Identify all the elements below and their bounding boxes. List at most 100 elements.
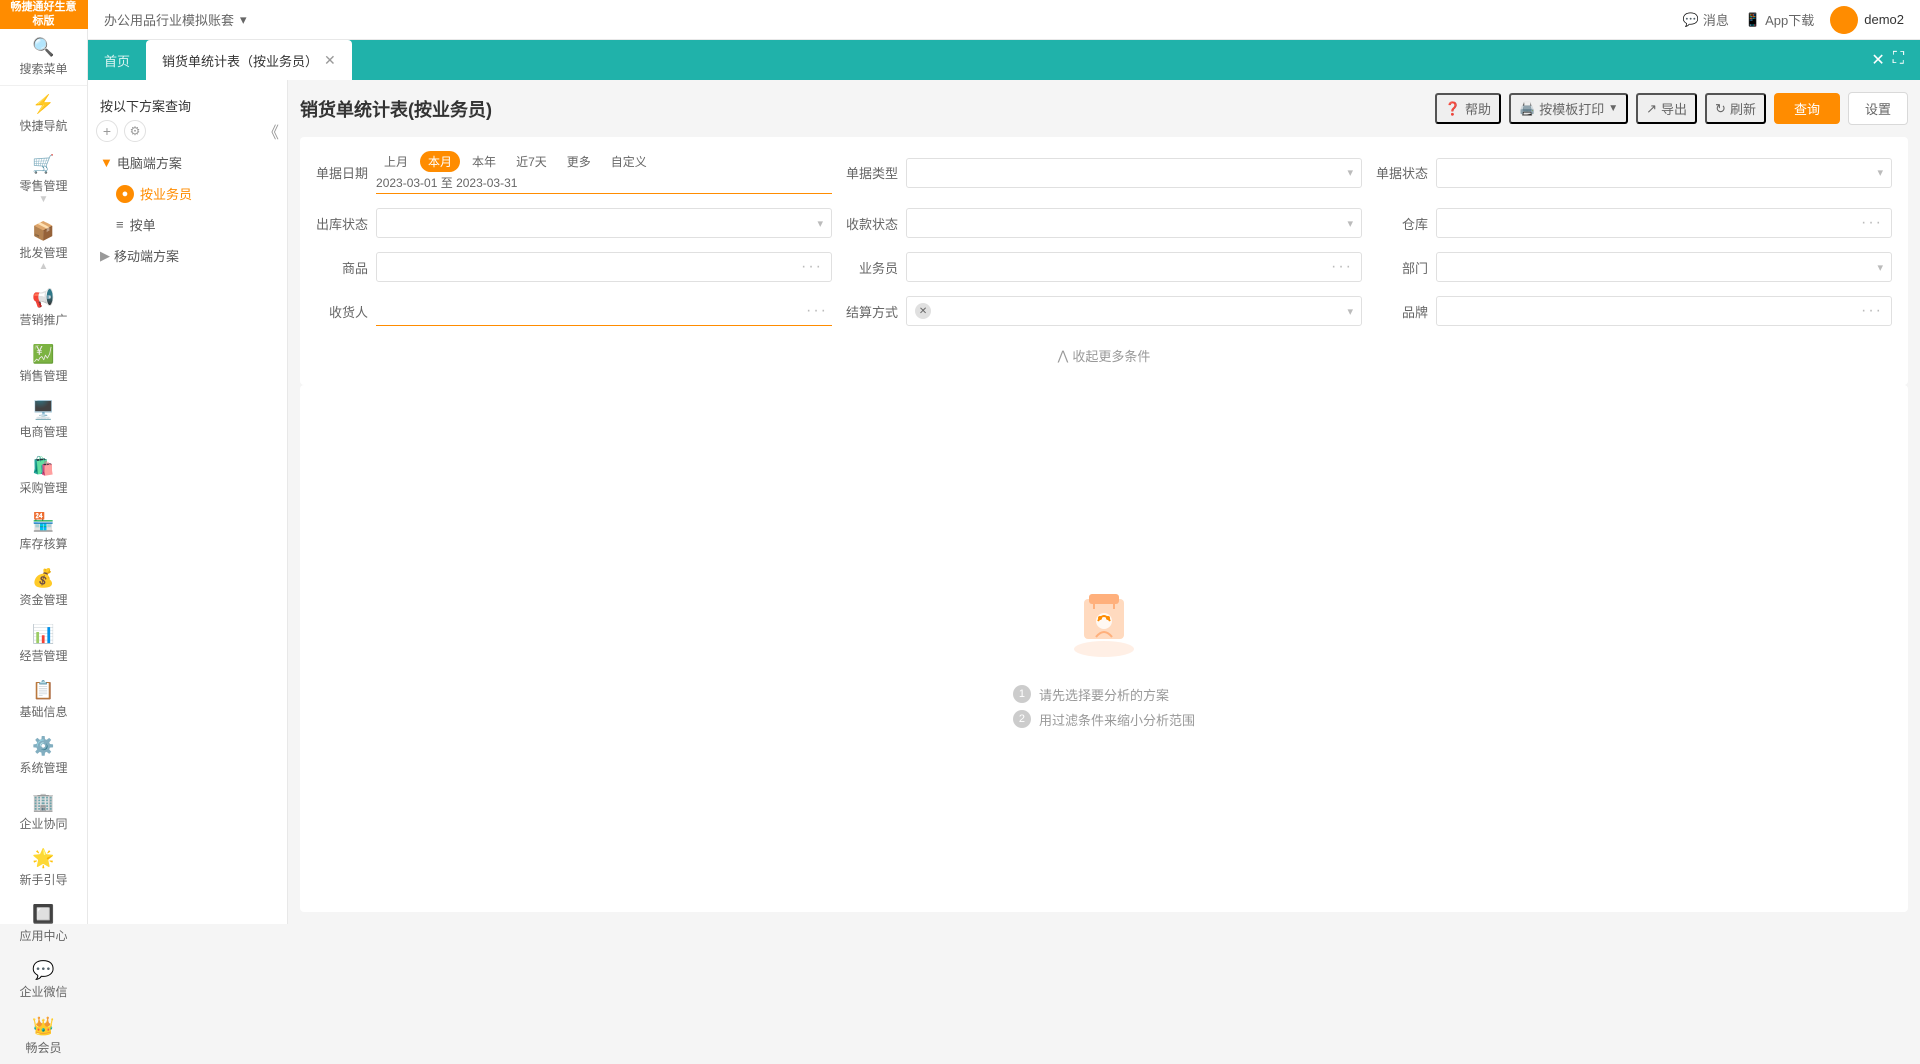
warehouse-input[interactable]: ··· xyxy=(1436,208,1892,238)
refresh-btn[interactable]: ↻ 刷新 xyxy=(1705,93,1766,124)
sidebar-item-newbie[interactable]: 🌟 新手引导 xyxy=(0,840,87,896)
template-print-btn[interactable]: 🖨️ 按模板打印 ▼ xyxy=(1509,93,1628,124)
user-name: demo2 xyxy=(1864,12,1904,27)
tab-sales-stat[interactable]: 销货单统计表（按业务员） ✕ xyxy=(146,40,352,80)
tab-home[interactable]: 首页 xyxy=(88,40,146,80)
date-btn-7days[interactable]: 近7天 xyxy=(508,151,555,172)
out-status-label: 出库状态 xyxy=(316,214,368,233)
out-status-select[interactable]: ▾ xyxy=(376,208,832,238)
refresh-label: 刷新 xyxy=(1730,99,1756,118)
receipt-status-arrow: ▾ xyxy=(1347,217,1353,230)
user-menu[interactable]: demo2 xyxy=(1830,6,1904,34)
date-btn-custom[interactable]: 自定义 xyxy=(603,151,655,172)
inventory-label: 库存核算 xyxy=(19,535,67,552)
marketing-label: 营销推广 xyxy=(19,311,67,328)
doc-type-select[interactable]: ▾ xyxy=(906,158,1362,188)
system-icon: ⚙️ xyxy=(32,736,54,757)
tree-group-desktop: ▼ 电脑端方案 ● 按业务员 ≡ 按单 ▶ 移动端方案 xyxy=(88,147,287,271)
tabbar: 首页 销货单统计表（按业务员） ✕ ✕ ⛶ xyxy=(88,40,1920,80)
sidebar-item-sales[interactable]: 💹 销售管理 xyxy=(0,336,87,392)
wechat-label: 企业微信 xyxy=(19,983,67,1000)
receipt-status-select[interactable]: ▾ xyxy=(906,208,1362,238)
receiver-input[interactable]: ··· xyxy=(376,296,832,326)
sidebar-item-retail[interactable]: 🛒 零售管理 ▼ xyxy=(0,146,87,213)
sidebar-item-member[interactable]: 👑 畅会员 xyxy=(0,1008,87,1064)
left-panel-actions: + ⚙ 《 xyxy=(88,119,287,143)
search-icon: 🔍 xyxy=(32,37,54,58)
sidebar-item-ecommerce[interactable]: 🖥️ 电商管理 xyxy=(0,392,87,448)
settings-scheme-btn[interactable]: ⚙ xyxy=(124,120,146,142)
add-scheme-btn[interactable]: + xyxy=(96,120,118,142)
wechat-icon: 💬 xyxy=(32,960,54,981)
filter-doc-status: 单据状态 ▾ xyxy=(1376,151,1892,194)
newbie-label: 新手引导 xyxy=(19,871,67,888)
page-header: 销货单统计表(按业务员) ❓ 帮助 🖨️ 按模板打印 ▼ ↗ 导出 xyxy=(300,92,1908,125)
filter-row-2: 出库状态 ▾ 收款状态 ▾ 仓库 xyxy=(316,208,1892,238)
right-panel: 销货单统计表(按业务员) ❓ 帮助 🖨️ 按模板打印 ▼ ↗ 导出 xyxy=(288,80,1920,924)
collapse-panel-btn[interactable]: 《 xyxy=(263,119,279,143)
sidebar-item-system[interactable]: ⚙️ 系统管理 xyxy=(0,728,87,784)
ecommerce-label: 电商管理 xyxy=(19,423,67,440)
ecommerce-icon: 🖥️ xyxy=(32,400,54,421)
sidebar-item-wholesale[interactable]: 📦 批发管理 ▲ xyxy=(0,213,87,280)
export-icon: ↗ xyxy=(1646,101,1657,117)
date-btn-this-year[interactable]: 本年 xyxy=(464,151,504,172)
app-icon: 📱 xyxy=(1745,12,1761,28)
tab-close-icon[interactable]: ✕ xyxy=(324,52,336,69)
maximize-icon[interactable]: ⛶ xyxy=(1893,50,1904,70)
collapse-bar[interactable]: ⋀ 收起更多条件 xyxy=(316,340,1892,371)
app-download-btn[interactable]: 📱 App下载 xyxy=(1745,10,1814,29)
sidebar-item-wechat[interactable]: 💬 企业微信 xyxy=(0,952,87,1008)
settings-btn[interactable]: 设置 xyxy=(1848,92,1908,125)
filter-warehouse: 仓库 ··· xyxy=(1376,208,1892,238)
receiver-label: 收货人 xyxy=(316,302,368,321)
empty-state-tips: 1 请先选择要分析的方案 2 用过滤条件来缩小分析范围 xyxy=(1013,685,1195,729)
export-btn[interactable]: ↗ 导出 xyxy=(1636,93,1697,124)
tree-child-salesperson[interactable]: ● 按业务员 xyxy=(88,178,287,209)
doc-type-label: 单据类型 xyxy=(846,163,898,182)
salesperson-input[interactable]: ··· xyxy=(906,252,1362,282)
newbie-icon: 🌟 xyxy=(32,848,54,869)
doc-status-select[interactable]: ▾ xyxy=(1436,158,1892,188)
help-btn[interactable]: ❓ 帮助 xyxy=(1435,93,1501,124)
date-btn-more[interactable]: 更多 xyxy=(559,151,599,172)
query-btn[interactable]: 查询 xyxy=(1774,93,1840,124)
settlement-clear-tag[interactable]: ✕ xyxy=(915,303,931,319)
date-btn-this-month[interactable]: 本月 xyxy=(420,151,460,172)
basic-icon: 📋 xyxy=(32,680,54,701)
sidebar-item-enterprise[interactable]: 🏢 企业协同 xyxy=(0,784,87,840)
goods-input[interactable]: ··· xyxy=(376,252,832,282)
page-title: 销货单统计表(按业务员) xyxy=(300,96,492,122)
filter-row-1: 单据日期 上月 本月 本年 近7天 更多 自定义 2023-03-01 至 20… xyxy=(316,151,1892,194)
sales-label: 销售管理 xyxy=(19,367,67,384)
print-icon: 🖨️ xyxy=(1519,101,1535,117)
department-select[interactable]: ▾ xyxy=(1436,252,1892,282)
close-window-icon[interactable]: ✕ xyxy=(1871,50,1884,70)
sidebar-item-marketing[interactable]: 📢 营销推广 xyxy=(0,280,87,336)
left-panel-title: 按以下方案查询 xyxy=(100,96,275,115)
tree-parent-mobile[interactable]: ▶ 移动端方案 xyxy=(88,240,287,271)
left-panel-header: 按以下方案查询 xyxy=(88,88,287,119)
sidebar-item-inventory[interactable]: 🏪 库存核算 xyxy=(0,504,87,560)
sidebar-item-finance[interactable]: 💰 资金管理 xyxy=(0,560,87,616)
sidebar-item-quick-nav[interactable]: ⚡ 快捷导航 xyxy=(0,86,87,142)
inventory-icon: 🏪 xyxy=(32,512,54,533)
search-label: 搜索菜单 xyxy=(19,60,67,77)
settlement-arrow: ▾ xyxy=(1347,305,1353,318)
brand-input[interactable]: ··· xyxy=(1436,296,1892,326)
filter-date: 单据日期 上月 本月 本年 近7天 更多 自定义 2023-03-01 至 20… xyxy=(316,151,832,194)
tab-actions: ✕ ⛶ xyxy=(1871,50,1920,70)
sidebar-item-operations[interactable]: 📊 经营管理 xyxy=(0,616,87,672)
tree-parent-desktop[interactable]: ▼ 电脑端方案 xyxy=(88,147,287,178)
marketing-icon: 📢 xyxy=(32,288,54,309)
sidebar-item-purchase[interactable]: 🛍️ 采购管理 xyxy=(0,448,87,504)
message-btn[interactable]: 💬 消息 xyxy=(1683,10,1729,29)
tip-1-num: 1 xyxy=(1013,685,1031,703)
date-btn-last-month[interactable]: 上月 xyxy=(376,151,416,172)
sidebar-item-search[interactable]: 🔍 搜索菜单 xyxy=(0,29,87,86)
tip-2-text: 用过滤条件来缩小分析范围 xyxy=(1039,710,1195,729)
sidebar-item-basic[interactable]: 📋 基础信息 xyxy=(0,672,87,728)
tree-child-order[interactable]: ≡ 按单 xyxy=(88,209,287,240)
doc-status-label: 单据状态 xyxy=(1376,163,1428,182)
settlement-select[interactable]: ✕ ▾ xyxy=(906,296,1362,326)
